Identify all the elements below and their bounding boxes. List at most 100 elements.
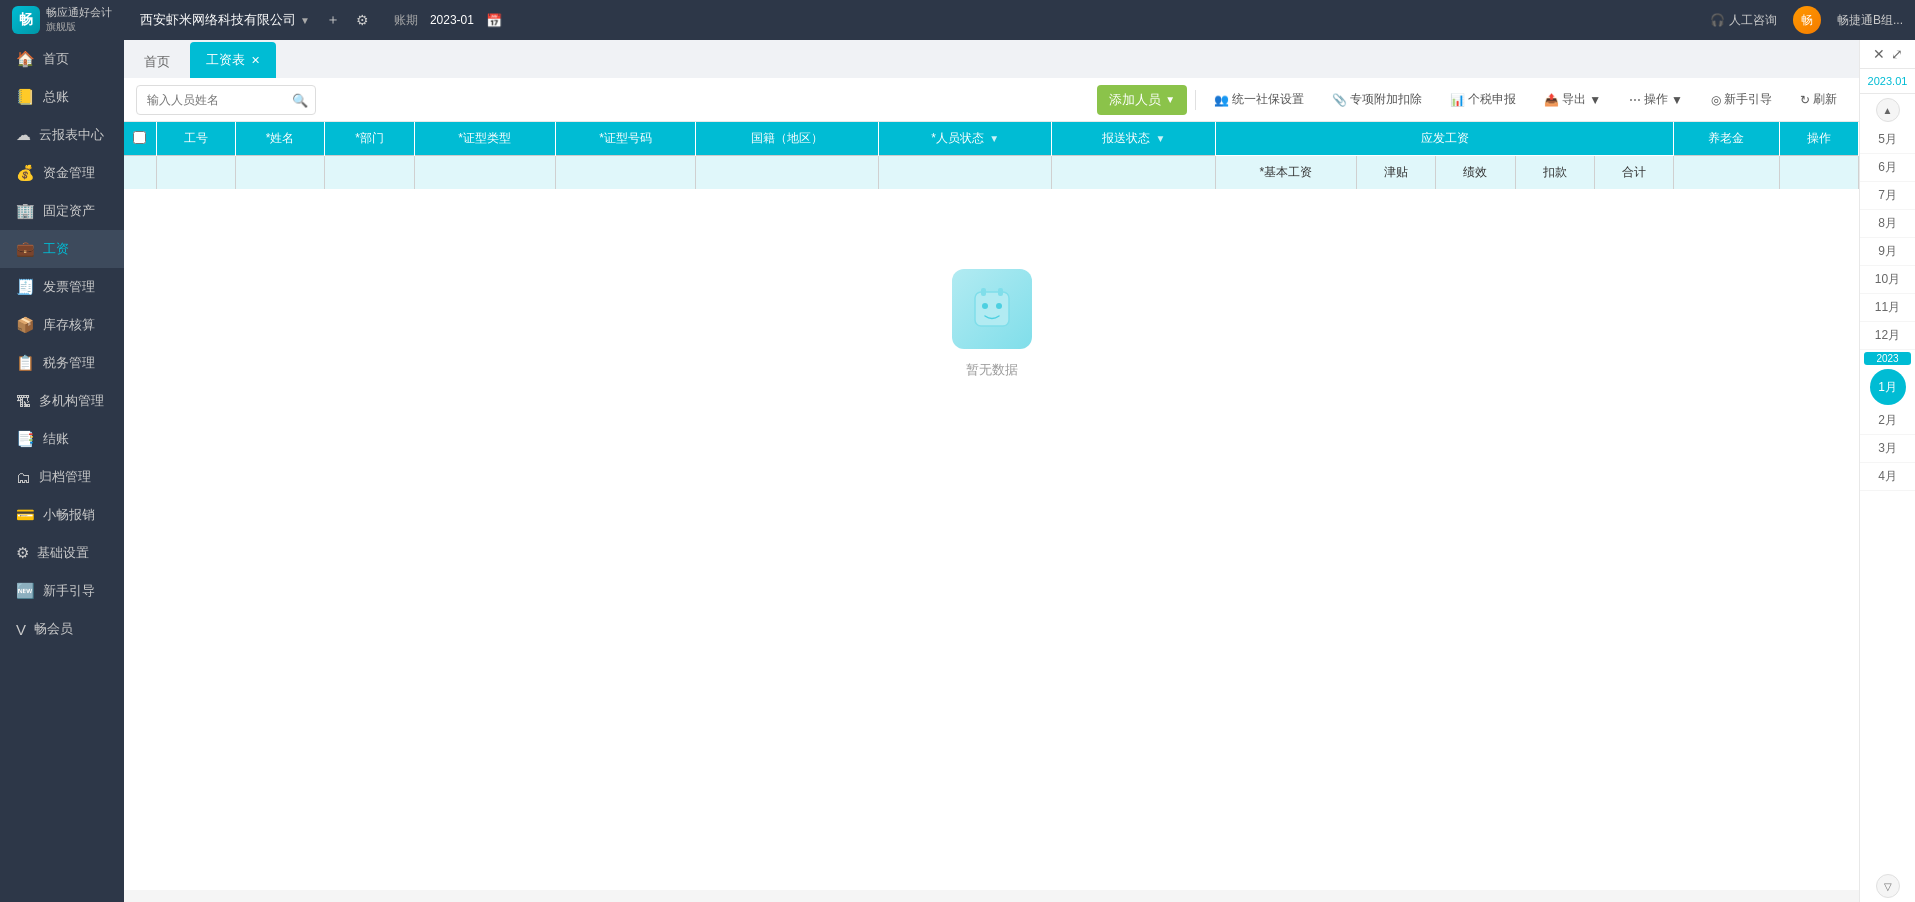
company-selector[interactable]: 西安虾米网络科技有限公司 ▼ [140,11,310,29]
month-item-11月[interactable]: 11月 [1860,294,1915,322]
inventory-icon: 📦 [16,316,35,334]
sidebar-label-tax: 税务管理 [43,354,95,372]
th-sub-deduction: 扣款 [1515,156,1594,190]
member-icon: V [16,621,26,638]
month-item-9月[interactable]: 9月 [1860,238,1915,266]
th-sub-nation [696,156,878,190]
month-item-current-2月[interactable]: 2月 [1860,407,1915,435]
sidebar-label-home: 首页 [43,50,69,68]
month-item-current-3月[interactable]: 3月 [1860,435,1915,463]
svg-point-2 [996,303,1002,309]
calendar-icon[interactable]: 📅 [486,13,502,28]
right-panel-controls: ✕ ⤢ [1860,40,1915,69]
sidebar-label-archive: 归档管理 [39,468,91,486]
app-edition: 旗舰版 [46,20,112,34]
table-container[interactable]: 工号 *姓名 *部门 *证型类型 *证型号码 国籍（地区） *人员状态 ▼ 报送… [124,122,1859,890]
month-item-5月[interactable]: 5月 [1860,126,1915,154]
sidebar-item-home[interactable]: 🏠首页 [0,40,124,78]
th-checkbox[interactable] [124,122,156,156]
tab-home[interactable]: 首页 [128,46,186,78]
tax-report-button[interactable]: 📊 个税申报 [1440,85,1526,115]
sidebar-item-inventory[interactable]: 📦 库存核算 [0,306,124,344]
sidebar-item-payroll[interactable]: 💼工资 [0,230,124,268]
toolbar: 🔍 添加人员 ▼ 👥 统一社保设置 📎 专项附加扣除 📊 个税申报 📤 [124,78,1859,122]
expand-panel-icon[interactable]: ⤢ [1891,46,1903,62]
guide-icon: 🆕 [16,582,35,600]
svg-point-1 [982,303,988,309]
close-panel-icon[interactable]: ✕ [1873,46,1885,62]
closing-icon: 📑 [16,430,35,448]
panel-nav-up-button[interactable]: ▲ [1876,98,1900,122]
special-deduction-button[interactable]: 📎 专项附加扣除 [1322,85,1432,115]
archive-icon: 🗂 [16,469,31,486]
th-sub-report-status [1052,156,1216,190]
panel-nav-down-button[interactable]: ▽ [1876,874,1900,898]
multi-org-icon: 🏗 [16,393,31,410]
settings-icon[interactable]: ⚙ [352,9,374,31]
th-id-no: *证型号码 [555,122,696,156]
sidebar-item-tax[interactable]: 📋税务管理 [0,344,124,382]
person-status-filter-icon[interactable]: ▼ [989,133,999,144]
search-icon[interactable]: 🔍 [292,92,308,107]
th-sub-total: 合计 [1595,156,1674,190]
sidebar-item-closing[interactable]: 📑结账 [0,420,124,458]
empty-icon [952,269,1032,349]
month-item-8月[interactable]: 8月 [1860,210,1915,238]
scrollbar-area[interactable] [124,890,1859,902]
operations-button[interactable]: ⋯ 操作 ▼ [1619,85,1693,115]
empty-state: 暂无数据 [124,189,1859,459]
refresh-button[interactable]: ↻ 刷新 [1790,85,1847,115]
sidebar-item-archive[interactable]: 🗂 归档管理 [0,458,124,496]
export-button[interactable]: 📤 导出 ▼ [1534,85,1611,115]
sidebar-item-fund[interactable]: 💰资金管理 [0,154,124,192]
sidebar-label-inventory: 库存核算 [43,316,95,334]
search-input[interactable] [136,85,316,115]
sidebar-item-invoice[interactable]: 🧾发票管理 [0,268,124,306]
th-sub-pension [1674,156,1779,190]
th-sub-checkbox [124,156,156,190]
guide-icon: ◎ [1711,93,1721,107]
th-id-type: *证型类型 [414,122,555,156]
sidebar-item-multi-org[interactable]: 🏗多机构管理 [0,382,124,420]
tax-icon: 📊 [1450,93,1465,107]
month-item-12月[interactable]: 12月 [1860,322,1915,350]
th-sub-dept [325,156,414,190]
period-value: 2023-01 [430,13,474,27]
month-item-7月[interactable]: 7月 [1860,182,1915,210]
tab-close-icon[interactable]: ✕ [251,54,260,67]
month-item-6月[interactable]: 6月 [1860,154,1915,182]
sidebar-item-member[interactable]: V畅会员 [0,610,124,648]
sidebar-item-expense[interactable]: 💳小畅报销 [0,496,124,534]
month-item-current-4月[interactable]: 4月 [1860,463,1915,491]
search-wrap: 🔍 [136,85,316,115]
guide-button[interactable]: ◎ 新手引导 [1701,85,1782,115]
select-all-checkbox[interactable] [133,131,146,144]
add-person-button[interactable]: 添加人员 ▼ [1097,85,1187,115]
th-actions: 操作 [1779,122,1859,156]
sidebar-label-payroll: 工资 [43,240,69,258]
sidebar-item-settings[interactable]: ⚙基础设置 [0,534,124,572]
sidebar-item-guide[interactable]: 🆕新手引导 [0,572,124,610]
avatar: 畅 [1793,6,1821,34]
th-sub-performance: 绩效 [1436,156,1515,190]
month-item-current-1月[interactable]: 1月 [1870,369,1906,405]
th-pension: 养老金 [1674,122,1779,156]
toolbar-separator [1195,90,1196,110]
tab-payroll-table[interactable]: 工资表 ✕ [190,42,276,78]
expense-icon: 💳 [16,506,35,524]
social-security-button[interactable]: 👥 统一社保设置 [1204,85,1314,115]
report-status-filter-icon[interactable]: ▼ [1155,133,1165,144]
month-list: 5月6月7月8月9月10月11月12月20231月2月3月4月 [1860,126,1915,870]
social-security-icon: 👥 [1214,93,1229,107]
sidebar-item-cloud-report[interactable]: ☁云报表中心 [0,116,124,154]
export-chevron-icon: ▼ [1589,93,1601,107]
content-area: 首页 工资表 ✕ 🔍 添加人员 ▼ 👥 统一社保设置 � [124,40,1859,902]
service-button[interactable]: 🎧 人工咨询 [1710,12,1777,29]
main-layout: 🏠首页📒总账☁云报表中心💰资金管理🏢固定资产💼工资🧾发票管理 📦 库存核算 📋税务管理… [0,40,1915,902]
month-item-10月[interactable]: 10月 [1860,266,1915,294]
sidebar-item-fixed-assets[interactable]: 🏢固定资产 [0,192,124,230]
add-icon[interactable]: ＋ [322,9,344,31]
th-nation: 国籍（地区） [696,122,878,156]
chevron-down-icon: ▼ [300,15,310,26]
sidebar-item-ledger[interactable]: 📒总账 [0,78,124,116]
